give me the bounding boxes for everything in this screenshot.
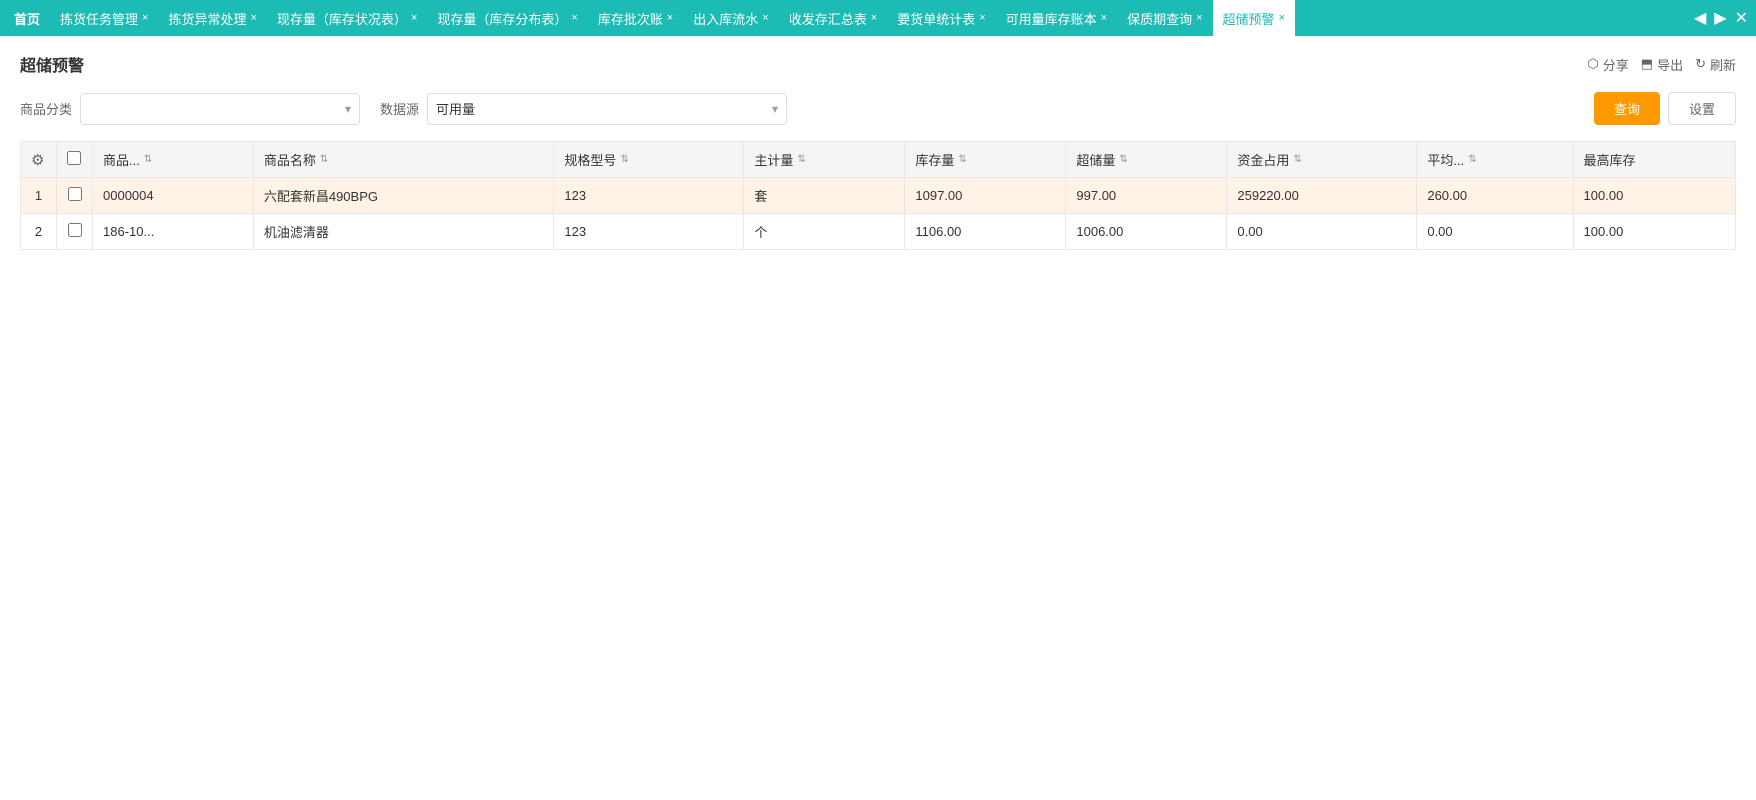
th-unit[interactable]: 主计量 ⇅ — [744, 142, 905, 178]
select-all-checkbox[interactable] — [67, 151, 81, 165]
datasource-filter: 数据源 可用量 ▾ — [380, 93, 787, 125]
th-max-stock[interactable]: 最高库存 — [1573, 142, 1735, 178]
row-product-name-1: 机油滤清器 — [253, 214, 554, 250]
close-pick-exception[interactable]: × — [250, 12, 256, 24]
close-demand-stats[interactable]: × — [979, 12, 985, 24]
th-spec[interactable]: 规格型号 ⇅ — [554, 142, 744, 178]
sort-icon-overstock: ⇅ — [1119, 154, 1127, 165]
row-spec-1: 123 — [554, 214, 744, 250]
gear-icon[interactable]: ⚙ — [31, 152, 44, 169]
table-row: 1 0000004 六配套新昌490BPG 123 套 1097.00 997.… — [21, 178, 1736, 214]
nav-stock-status[interactable]: 现存量（库存状况表） × — [267, 0, 427, 36]
datasource-chevron-icon: ▾ — [772, 102, 778, 116]
nav-stock-dist[interactable]: 现存量（库存分布表） × — [427, 0, 587, 36]
close-overstock-alert[interactable]: × — [1279, 12, 1285, 24]
nav-available-ledger[interactable]: 可用量库存账本 × — [996, 0, 1117, 36]
close-stock-status[interactable]: × — [411, 12, 417, 24]
refresh-button[interactable]: ↻ 刷新 — [1695, 55, 1736, 74]
row-capital-1: 0.00 — [1227, 214, 1417, 250]
table-header-row: ⚙ 商品... ⇅ 商品名称 ⇅ — [21, 142, 1736, 178]
page-header: 超储预警 ⬡ 分享 ⬒ 导出 ↻ 刷新 — [20, 52, 1736, 76]
table-row: 2 186-10... 机油滤清器 123 个 1106.00 1006.00 … — [21, 214, 1736, 250]
export-icon: ⬒ — [1641, 56, 1653, 72]
settings-button[interactable]: 设置 — [1668, 92, 1736, 125]
top-nav: 首页 拣货任务管理 × 拣货异常处理 × 现存量（库存状况表） × 现存量（库存… — [0, 0, 1756, 36]
close-pick-task[interactable]: × — [142, 12, 148, 24]
th-product-name[interactable]: 商品名称 ⇅ — [253, 142, 554, 178]
close-batch-ledger[interactable]: × — [667, 12, 673, 24]
nav-demand-stats[interactable]: 要货单统计表 × — [887, 0, 995, 36]
nav-close-all[interactable]: ✕ — [1731, 8, 1752, 28]
row-overstock-0: 997.00 — [1066, 178, 1227, 214]
row-product-code-0: 0000004 — [93, 178, 254, 214]
category-label: 商品分类 — [20, 99, 72, 118]
category-select[interactable]: ▾ — [80, 93, 360, 125]
nav-summary[interactable]: 收发存汇总表 × — [779, 0, 887, 36]
th-settings[interactable]: ⚙ — [21, 142, 57, 178]
th-avg[interactable]: 平均... ⇅ — [1417, 142, 1573, 178]
nav-overstock-alert[interactable]: 超储预警 × — [1213, 0, 1295, 36]
datasource-select[interactable]: 可用量 ▾ — [427, 93, 787, 125]
row-checkbox-0[interactable] — [57, 178, 93, 214]
sort-icon-stock: ⇅ — [958, 154, 966, 165]
close-flow[interactable]: × — [762, 12, 768, 24]
th-stock[interactable]: 库存量 ⇅ — [905, 142, 1066, 178]
nav-right-arrow[interactable]: ▶ — [1710, 8, 1730, 28]
query-button[interactable]: 查询 — [1594, 92, 1660, 125]
row-max-stock-0: 100.00 — [1573, 178, 1735, 214]
close-stock-dist[interactable]: × — [571, 12, 577, 24]
nav-home[interactable]: 首页 — [4, 0, 50, 36]
sort-icon-spec: ⇅ — [620, 154, 628, 165]
close-available-ledger[interactable]: × — [1101, 12, 1107, 24]
sort-icon-avg: ⇅ — [1468, 154, 1476, 165]
row-stock-1: 1106.00 — [905, 214, 1066, 250]
nav-pick-task[interactable]: 拣货任务管理 × — [50, 0, 158, 36]
sort-icon-product-name: ⇅ — [320, 154, 328, 165]
row-overstock-1: 1006.00 — [1066, 214, 1227, 250]
row-spec-0: 123 — [554, 178, 744, 214]
th-overstock[interactable]: 超储量 ⇅ — [1066, 142, 1227, 178]
page-title: 超储预警 — [20, 52, 84, 76]
datasource-value: 可用量 — [436, 99, 475, 118]
nav-left-arrow[interactable]: ◀ — [1690, 8, 1710, 28]
page-content: 超储预警 ⬡ 分享 ⬒ 导出 ↻ 刷新 商品分类 ▾ 数据源 — [0, 36, 1756, 266]
th-product-code[interactable]: 商品... ⇅ — [93, 142, 254, 178]
sort-icon-capital: ⇅ — [1293, 154, 1301, 165]
row-max-stock-1: 100.00 — [1573, 214, 1735, 250]
header-actions: ⬡ 分享 ⬒ 导出 ↻ 刷新 — [1587, 55, 1736, 74]
row-product-code-1: 186-10... — [93, 214, 254, 250]
row-stock-0: 1097.00 — [905, 178, 1066, 214]
th-checkbox[interactable] — [57, 142, 93, 178]
nav-pick-exception[interactable]: 拣货异常处理 × — [158, 0, 266, 36]
row-product-name-0: 六配套新昌490BPG — [253, 178, 554, 214]
close-expiry-query[interactable]: × — [1196, 12, 1202, 24]
th-capital[interactable]: 资金占用 ⇅ — [1227, 142, 1417, 178]
filter-row: 商品分类 ▾ 数据源 可用量 ▾ 查询 设置 — [20, 92, 1736, 125]
datasource-label: 数据源 — [380, 99, 419, 118]
nav-expiry-query[interactable]: 保质期查询 × — [1117, 0, 1212, 36]
refresh-icon: ↻ — [1695, 56, 1706, 72]
row-unit-1: 个 — [744, 214, 905, 250]
row-avg-1: 0.00 — [1417, 214, 1573, 250]
row-avg-0: 260.00 — [1417, 178, 1573, 214]
row-num-1: 2 — [21, 214, 57, 250]
close-summary[interactable]: × — [871, 12, 877, 24]
row-num-0: 1 — [21, 178, 57, 214]
share-icon: ⬡ — [1587, 56, 1598, 72]
row-capital-0: 259220.00 — [1227, 178, 1417, 214]
nav-flow[interactable]: 出入库流水 × — [683, 0, 778, 36]
action-buttons: 查询 设置 — [1594, 92, 1736, 125]
export-button[interactable]: ⬒ 导出 — [1641, 55, 1683, 74]
share-button[interactable]: ⬡ 分享 — [1587, 55, 1628, 74]
category-chevron-icon: ▾ — [345, 102, 351, 116]
sort-icon-product-code: ⇅ — [144, 154, 152, 165]
sort-icon-unit: ⇅ — [797, 154, 805, 165]
data-table: ⚙ 商品... ⇅ 商品名称 ⇅ — [20, 141, 1736, 250]
nav-batch-ledger[interactable]: 库存批次账 × — [588, 0, 683, 36]
row-unit-0: 套 — [744, 178, 905, 214]
row-checkbox-1[interactable] — [57, 214, 93, 250]
category-filter: 商品分类 ▾ — [20, 93, 360, 125]
nav-arrows: ◀ ▶ ✕ — [1690, 8, 1752, 28]
